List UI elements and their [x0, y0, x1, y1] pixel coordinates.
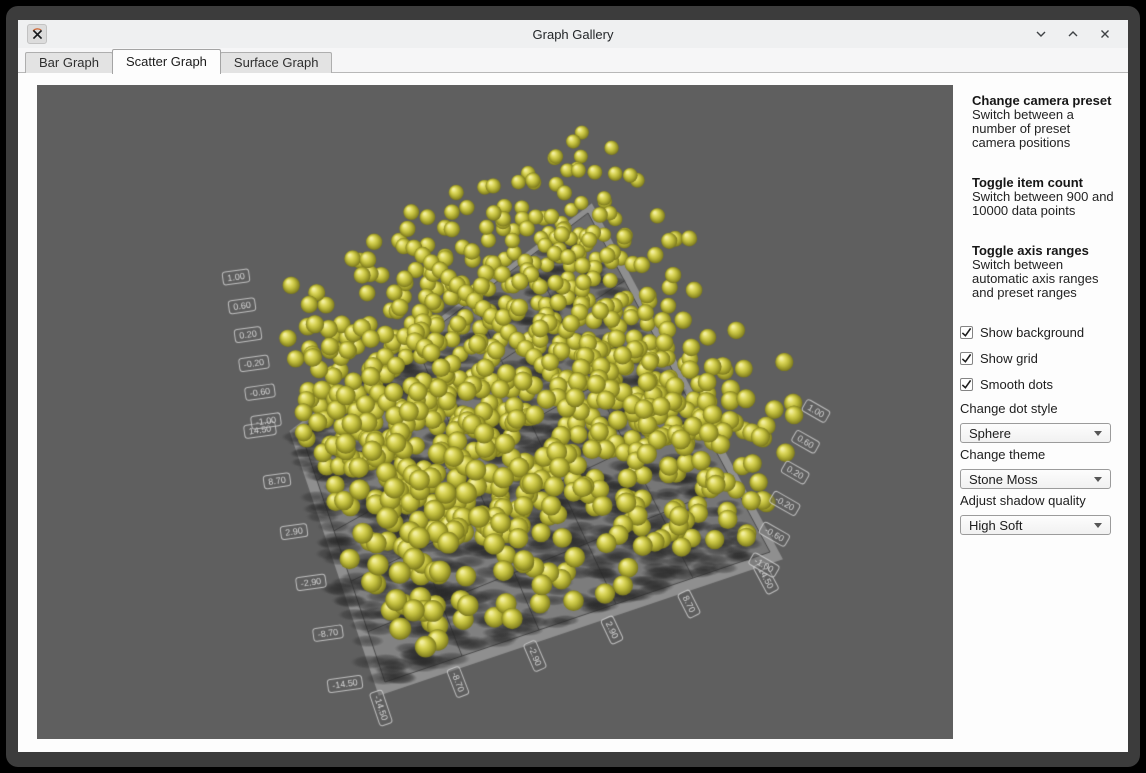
select-shadow-quality[interactable]: High Soft	[960, 515, 1111, 535]
check-icon	[961, 353, 972, 363]
select-label: Adjust shadow quality	[960, 493, 1086, 508]
scatter-tab-content: Change camera preset Switch between a nu…	[18, 73, 1128, 752]
select-theme[interactable]: Stone Moss	[960, 469, 1111, 489]
minimize-button[interactable]	[1034, 27, 1048, 41]
checkbox-box[interactable]	[960, 351, 973, 365]
side-panel: Change camera preset Switch between a nu…	[960, 94, 1128, 535]
tab-bar-graph[interactable]: Bar Graph	[25, 52, 113, 73]
x11-logo-icon	[27, 24, 47, 44]
select-value: Stone Moss	[969, 471, 1038, 487]
info-block-axis-ranges: Toggle axis ranges Switch between automa…	[972, 244, 1128, 300]
select-dot-style[interactable]: Sphere	[960, 423, 1111, 443]
tab-bar: Bar Graph Scatter Graph Surface Graph	[18, 48, 1128, 74]
checkbox-label: Smooth dots	[980, 376, 1053, 392]
info-body: Switch between a number of preset camera…	[972, 107, 1074, 150]
checkbox-box[interactable]	[960, 377, 973, 391]
info-body: Switch between automatic axis ranges and…	[972, 257, 1099, 300]
field-dot-style: Change dot style Sphere	[960, 402, 1128, 443]
graph-view	[37, 85, 953, 739]
field-theme: Change theme Stone Moss	[960, 448, 1128, 489]
select-label: Change theme	[960, 447, 1046, 462]
info-body: Switch between 900 and 10000 data points	[972, 189, 1114, 218]
checkbox-smooth-dots[interactable]: Smooth dots	[960, 371, 1128, 397]
titlebar[interactable]: Graph Gallery	[18, 20, 1128, 48]
checkbox-box[interactable]	[960, 325, 973, 339]
chevron-up-icon	[1068, 31, 1078, 37]
window-inner: Graph Gallery Bar Graph Scatter Graph Su…	[18, 20, 1128, 752]
info-title: Toggle axis ranges	[972, 243, 1089, 258]
checkbox-group: Show background Show grid Smooth dots	[960, 319, 1128, 397]
dropdown-arrow-icon	[1094, 430, 1102, 436]
select-value: High Soft	[969, 517, 1023, 533]
info-title: Toggle item count	[972, 175, 1083, 190]
checkbox-show-grid[interactable]: Show grid	[960, 345, 1128, 371]
app-window: Graph Gallery Bar Graph Scatter Graph Su…	[6, 6, 1140, 767]
dropdown-arrow-icon	[1094, 522, 1102, 528]
checkbox-label: Show grid	[980, 350, 1038, 366]
select-label: Change dot style	[960, 401, 1058, 416]
info-block-camera-preset: Change camera preset Switch between a nu…	[972, 94, 1128, 150]
close-icon	[1101, 30, 1109, 38]
chevron-down-icon	[1036, 31, 1046, 37]
field-shadow-quality: Adjust shadow quality High Soft	[960, 494, 1128, 535]
checkbox-label: Show background	[980, 324, 1085, 340]
select-value: Sphere	[969, 425, 1011, 441]
maximize-button[interactable]	[1066, 27, 1080, 41]
tab-surface-graph[interactable]: Surface Graph	[219, 52, 333, 73]
info-block-item-count: Toggle item count Switch between 900 and…	[972, 176, 1128, 218]
check-icon	[961, 327, 972, 337]
info-title: Change camera preset	[972, 93, 1112, 108]
checkbox-show-background[interactable]: Show background	[960, 319, 1128, 345]
tab-scatter-graph[interactable]: Scatter Graph	[111, 49, 221, 74]
window-controls	[1034, 27, 1112, 41]
close-button[interactable]	[1098, 27, 1112, 41]
scatter-graph-canvas[interactable]	[37, 85, 953, 739]
dropdown-arrow-icon	[1094, 476, 1102, 482]
window-title: Graph Gallery	[532, 26, 614, 42]
check-icon	[961, 379, 972, 389]
